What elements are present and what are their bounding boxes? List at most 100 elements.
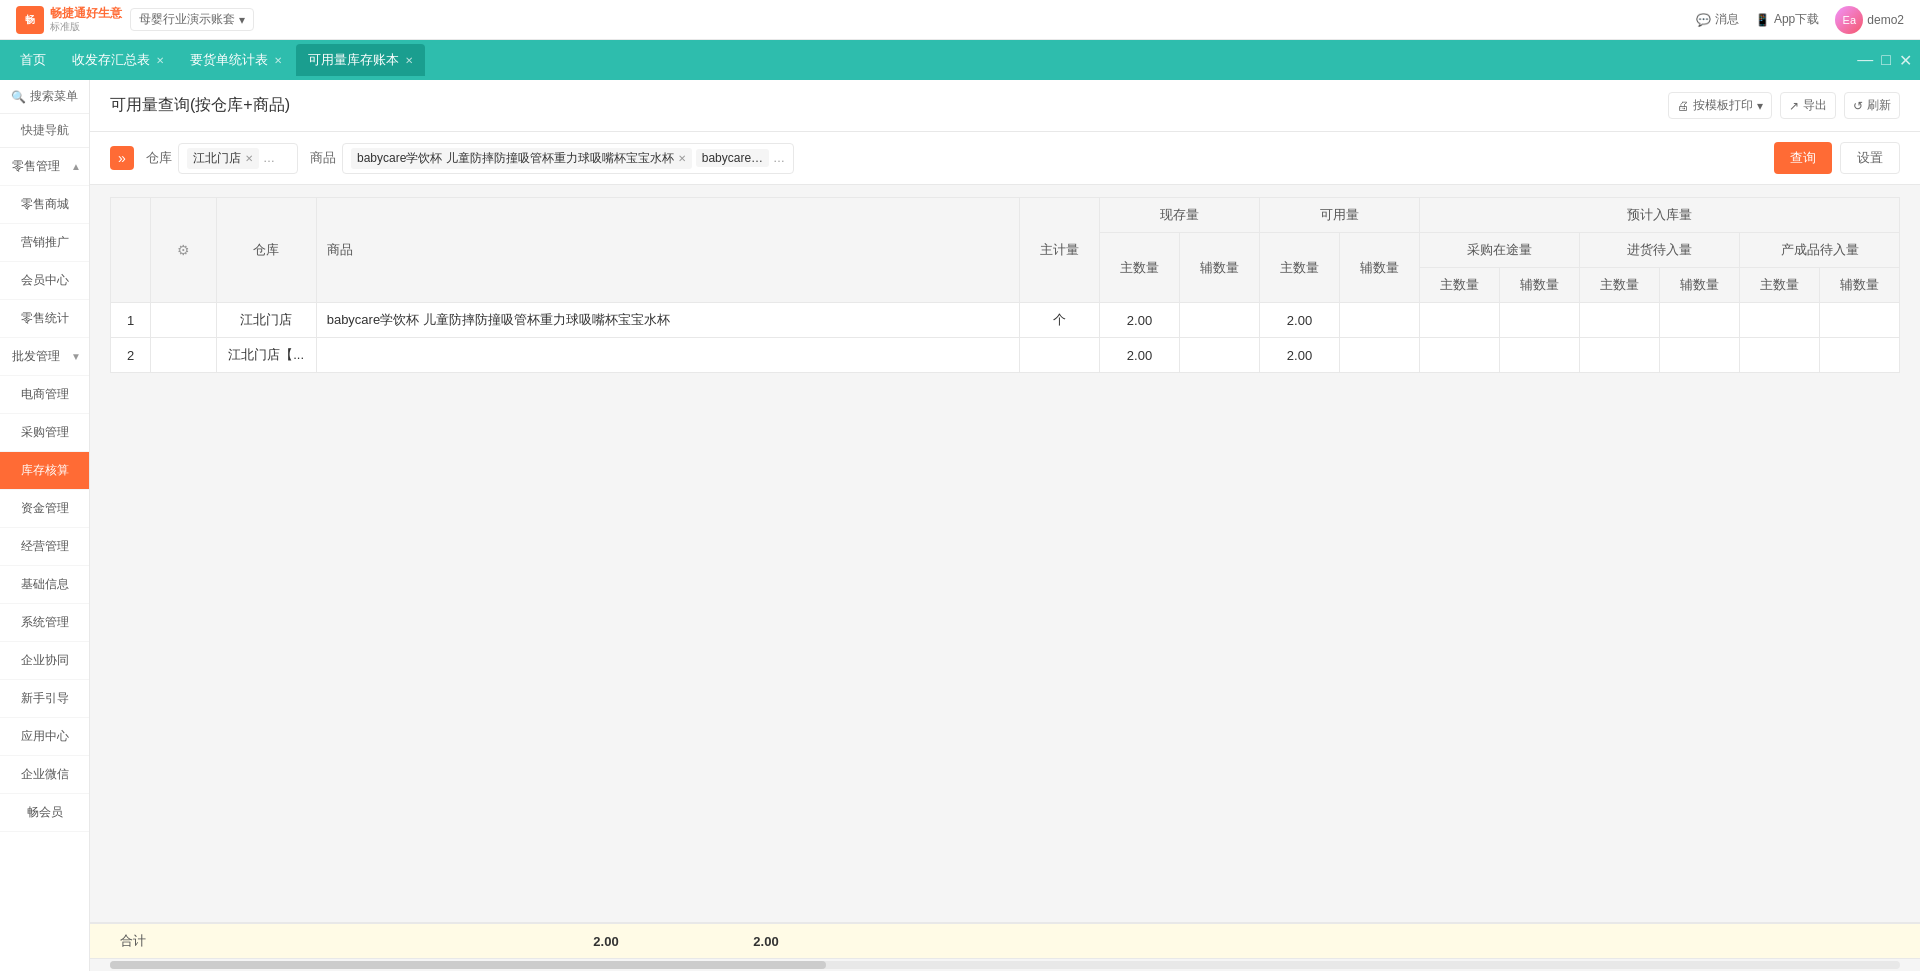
tab-receivable[interactable]: 收发存汇总表 ✕: [60, 44, 176, 76]
message-icon: 💬: [1696, 13, 1711, 27]
th-unit: 主计量: [1020, 198, 1100, 303]
table-footer: 合计 2.00 2.00: [90, 922, 1920, 959]
window-maximize-button[interactable]: □: [1881, 51, 1891, 69]
footer-label: 合计: [110, 932, 146, 950]
warehouse-tag-value: 江北门店: [193, 150, 241, 167]
sidebar-item-app-center[interactable]: 应用中心: [0, 718, 89, 756]
cell-settings: [151, 338, 217, 373]
sidebar-item-enterprise[interactable]: 企业协同: [0, 642, 89, 680]
message-button[interactable]: 💬 消息: [1696, 11, 1739, 28]
th-settings: ⚙: [151, 198, 217, 303]
app-download-label: App下载: [1774, 11, 1819, 28]
sidebar-item-inventory[interactable]: 库存核算: [0, 452, 89, 490]
sidebar-item-member-label: 会员中心: [21, 272, 69, 289]
th-available-main: 主数量: [1260, 233, 1340, 303]
cell-available-aux: [1340, 338, 1420, 373]
sidebar-item-newbie[interactable]: 新手引导: [0, 680, 89, 718]
scrollbar-thumb[interactable]: [110, 961, 826, 969]
setting-button[interactable]: 设置: [1840, 142, 1900, 174]
sidebar-item-wecom[interactable]: 企业微信: [0, 756, 89, 794]
template-print-button[interactable]: 🖨 按模板打印 ▾: [1668, 92, 1772, 119]
sidebar-item-member[interactable]: 会员中心: [0, 262, 89, 300]
window-close-button[interactable]: ✕: [1899, 51, 1912, 70]
th-current-stock: 现存量: [1100, 198, 1260, 233]
sidebar-item-system[interactable]: 系统管理: [0, 604, 89, 642]
product-filter-more[interactable]: …: [773, 151, 785, 165]
sidebar-item-wholesale-mgmt[interactable]: 批发管理 ▼: [0, 338, 89, 376]
tab-available-stock-close[interactable]: ✕: [405, 55, 413, 66]
product-filter-input[interactable]: babycare学饮杯 儿童防摔防撞吸管杯重力球吸嘴杯宝宝水杯 ✕ babyca…: [342, 143, 794, 174]
cell-index: 2: [111, 338, 151, 373]
warehouse-filter-input[interactable]: 江北门店 ✕ …: [178, 143, 298, 174]
sidebar-item-finance[interactable]: 资金管理: [0, 490, 89, 528]
sidebar-item-newbie-label: 新手引导: [21, 690, 69, 707]
data-table: ⚙ 仓库 商品 主计量 现存量 可用量 预计入库量 主数量 辅数量 主数量 辅数…: [110, 197, 1900, 373]
footer-current-main: 2.00: [566, 934, 646, 949]
cell-unit: [1020, 338, 1100, 373]
sidebar-item-ecommerce-label: 电商管理: [21, 386, 69, 403]
tab-receivable-label: 收发存汇总表: [72, 51, 150, 69]
th-current-main: 主数量: [1100, 233, 1180, 303]
product-filter-label: 商品: [310, 149, 336, 167]
sidebar-item-purchase[interactable]: 采购管理: [0, 414, 89, 452]
tab-order-stats-close[interactable]: ✕: [274, 55, 282, 66]
cell-finished-main: [1740, 303, 1820, 338]
sidebar-item-ecommerce[interactable]: 电商管理: [0, 376, 89, 414]
tab-home[interactable]: 首页: [8, 44, 58, 76]
sidebar-item-marketing[interactable]: 营销推广: [0, 224, 89, 262]
filter-actions: 查询 设置: [1774, 142, 1900, 174]
sidebar-item-member2[interactable]: 畅会员: [0, 794, 89, 832]
table-row: 1江北门店babycare学饮杯 儿童防摔防撞吸管杯重力球吸嘴杯宝宝水杯个2.0…: [111, 303, 1900, 338]
sidebar-search[interactable]: 🔍 搜索菜单: [0, 80, 89, 114]
product-tag-2-value: babycare…: [702, 151, 763, 165]
header-actions: 🖨 按模板打印 ▾ ↗ 导出 ↺ 刷新: [1668, 92, 1900, 119]
sidebar: 🔍 搜索菜单 快捷导航 零售管理 ▲ 零售商城 营销推广 会员中心 零售统计 批…: [0, 80, 90, 971]
tab-order-stats[interactable]: 要货单统计表 ✕: [178, 44, 294, 76]
export-button[interactable]: ↗ 导出: [1780, 92, 1836, 119]
sidebar-item-ops-label: 经营管理: [21, 538, 69, 555]
user-profile[interactable]: Ea demo2: [1835, 6, 1904, 34]
cell-current-aux: [1180, 303, 1260, 338]
cell-purchase-aux: [1500, 303, 1580, 338]
industry-selector[interactable]: 母婴行业演示账套 ▾: [130, 8, 254, 31]
cell-finished-aux: [1820, 303, 1900, 338]
sidebar-item-retail-mgmt[interactable]: 零售管理 ▲: [0, 148, 89, 186]
th-purchase-aux: 辅数量: [1500, 268, 1580, 303]
sidebar-item-retail-mall[interactable]: 零售商城: [0, 186, 89, 224]
window-minimize-button[interactable]: —: [1857, 51, 1873, 69]
tab-receivable-close[interactable]: ✕: [156, 55, 164, 66]
cell-current-main: 2.00: [1100, 303, 1180, 338]
warehouse-tag-close[interactable]: ✕: [245, 153, 253, 164]
filter-bar: » 仓库 江北门店 ✕ … 商品 babycare学饮杯 儿童防摔防撞吸管杯重力…: [90, 132, 1920, 185]
cell-purchase-main: [1420, 303, 1500, 338]
brand-logo: 畅 畅捷通好生意 标准版: [16, 6, 122, 34]
cell-unit: 个: [1020, 303, 1100, 338]
sidebar-item-ops[interactable]: 经营管理: [0, 528, 89, 566]
product-tag-1-close[interactable]: ✕: [678, 153, 686, 164]
refresh-button[interactable]: ↺ 刷新: [1844, 92, 1900, 119]
app-download-button[interactable]: 📱 App下载: [1755, 11, 1819, 28]
filter-toggle-button[interactable]: »: [110, 146, 134, 170]
th-warehouse: 仓库: [216, 198, 316, 303]
nav-tabs: 首页 收发存汇总表 ✕ 要货单统计表 ✕ 可用量库存账本 ✕ — □ ✕: [0, 40, 1920, 80]
sidebar-item-retail-stats[interactable]: 零售统计: [0, 300, 89, 338]
query-button[interactable]: 查询: [1774, 142, 1832, 174]
cell-current-main: 2.00: [1100, 338, 1180, 373]
cell-available-main: 2.00: [1260, 338, 1340, 373]
scrollbar-track: [110, 961, 1900, 969]
column-settings-icon[interactable]: ⚙: [177, 242, 190, 258]
template-print-label: 按模板打印: [1693, 97, 1753, 114]
th-available: 可用量: [1260, 198, 1420, 233]
sidebar-item-finance-label: 资金管理: [21, 500, 69, 517]
refresh-label: 刷新: [1867, 97, 1891, 114]
nav-right-actions: — □ ✕: [1857, 51, 1912, 70]
cell-current-aux: [1180, 338, 1260, 373]
sidebar-item-basic-info[interactable]: 基础信息: [0, 566, 89, 604]
content-area: 可用量查询(按仓库+商品) 🖨 按模板打印 ▾ ↗ 导出 ↺ 刷新: [90, 80, 1920, 971]
sidebar-quick-nav[interactable]: 快捷导航: [0, 114, 89, 148]
warehouse-filter-label: 仓库: [146, 149, 172, 167]
warehouse-filter-more[interactable]: …: [263, 151, 275, 165]
sidebar-item-purchase-label: 采购管理: [21, 424, 69, 441]
tab-available-stock[interactable]: 可用量库存账本 ✕: [296, 44, 425, 76]
cell-purchase-aux: [1500, 338, 1580, 373]
